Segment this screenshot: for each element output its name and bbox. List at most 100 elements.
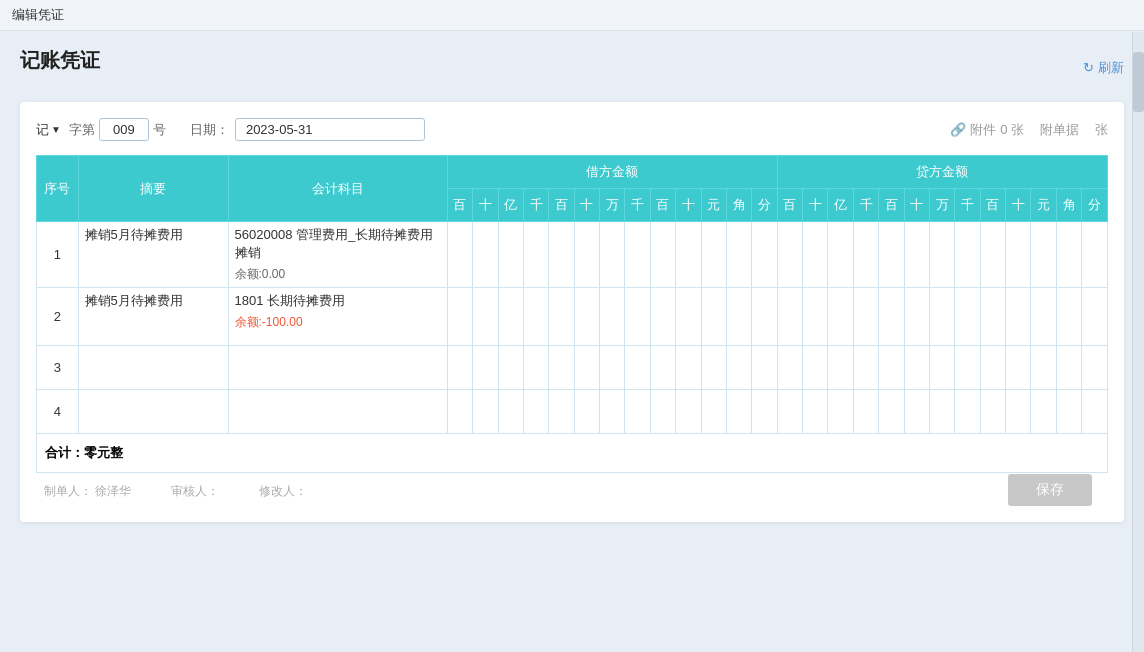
attach-button[interactable]: 🔗 附件 0 张 — [950, 121, 1024, 139]
cell-summary-3[interactable] — [78, 390, 228, 434]
cell-debit-2-1[interactable] — [473, 346, 498, 390]
table-row[interactable]: 2摊销5月待摊费用1801 长期待摊费用余额:-100.00 — [37, 288, 1108, 346]
cell-debit-3-10[interactable] — [701, 390, 726, 434]
cell-credit-2-5[interactable] — [904, 346, 929, 390]
cell-debit-3-1[interactable] — [473, 390, 498, 434]
cell-summary-2[interactable] — [78, 346, 228, 390]
cell-credit-1-5[interactable] — [904, 288, 929, 346]
ji-type-button[interactable]: 记 ▼ — [36, 121, 61, 139]
cell-account-0[interactable]: 56020008 管理费用_长期待摊费用摊销余额:0.00 — [228, 222, 447, 288]
cell-credit-3-10[interactable] — [1031, 390, 1056, 434]
cell-credit-0-0[interactable] — [777, 222, 802, 288]
cell-debit-2-0[interactable] — [447, 346, 472, 390]
cell-debit-3-8[interactable] — [650, 390, 675, 434]
cell-credit-3-3[interactable] — [853, 390, 878, 434]
cell-debit-0-10[interactable] — [701, 222, 726, 288]
cell-credit-2-9[interactable] — [1006, 346, 1031, 390]
cell-debit-3-9[interactable] — [676, 390, 701, 434]
cell-credit-3-12[interactable] — [1082, 390, 1108, 434]
cell-debit-2-2[interactable] — [498, 346, 523, 390]
cell-credit-1-3[interactable] — [853, 288, 878, 346]
cell-credit-1-10[interactable] — [1031, 288, 1056, 346]
cell-credit-2-8[interactable] — [980, 346, 1005, 390]
cell-debit-1-6[interactable] — [600, 288, 625, 346]
cell-debit-0-8[interactable] — [650, 222, 675, 288]
cell-debit-1-0[interactable] — [447, 288, 472, 346]
cell-credit-1-6[interactable] — [929, 288, 954, 346]
cell-credit-1-11[interactable] — [1056, 288, 1081, 346]
cell-account-1[interactable]: 1801 长期待摊费用余额:-100.00 — [228, 288, 447, 346]
cell-debit-3-7[interactable] — [625, 390, 650, 434]
cell-debit-0-1[interactable] — [473, 222, 498, 288]
cell-credit-1-9[interactable] — [1006, 288, 1031, 346]
cell-account-2[interactable] — [228, 346, 447, 390]
cell-debit-2-5[interactable] — [574, 346, 599, 390]
cell-debit-1-5[interactable] — [574, 288, 599, 346]
table-row[interactable]: 1摊销5月待摊费用56020008 管理费用_长期待摊费用摊销余额:0.00 — [37, 222, 1108, 288]
cell-debit-0-2[interactable] — [498, 222, 523, 288]
cell-debit-2-11[interactable] — [726, 346, 751, 390]
cell-debit-3-4[interactable] — [549, 390, 574, 434]
cell-credit-3-8[interactable] — [980, 390, 1005, 434]
cell-debit-0-6[interactable] — [600, 222, 625, 288]
cell-debit-1-1[interactable] — [473, 288, 498, 346]
cell-credit-2-10[interactable] — [1031, 346, 1056, 390]
cell-debit-1-3[interactable] — [523, 288, 548, 346]
cell-debit-0-4[interactable] — [549, 222, 574, 288]
cell-credit-3-9[interactable] — [1006, 390, 1031, 434]
cell-debit-3-12[interactable] — [752, 390, 777, 434]
cell-summary-0[interactable]: 摊销5月待摊费用 — [78, 222, 228, 288]
cell-credit-2-1[interactable] — [803, 346, 828, 390]
cell-credit-0-3[interactable] — [853, 222, 878, 288]
cell-credit-3-6[interactable] — [929, 390, 954, 434]
cell-credit-0-12[interactable] — [1082, 222, 1108, 288]
cell-debit-0-3[interactable] — [523, 222, 548, 288]
table-row[interactable]: 3 — [37, 346, 1108, 390]
cell-summary-1[interactable]: 摊销5月待摊费用 — [78, 288, 228, 346]
cell-debit-0-11[interactable] — [726, 222, 751, 288]
cell-debit-0-5[interactable] — [574, 222, 599, 288]
cell-credit-0-9[interactable] — [1006, 222, 1031, 288]
cell-debit-3-6[interactable] — [600, 390, 625, 434]
cell-debit-1-2[interactable] — [498, 288, 523, 346]
cell-credit-2-4[interactable] — [879, 346, 904, 390]
save-button[interactable]: 保存 — [1008, 474, 1092, 506]
cell-debit-2-6[interactable] — [600, 346, 625, 390]
cell-debit-1-12[interactable] — [752, 288, 777, 346]
cell-debit-3-11[interactable] — [726, 390, 751, 434]
cell-credit-2-12[interactable] — [1082, 346, 1108, 390]
cell-debit-1-8[interactable] — [650, 288, 675, 346]
cell-debit-1-10[interactable] — [701, 288, 726, 346]
cell-credit-0-1[interactable] — [803, 222, 828, 288]
cell-debit-0-0[interactable] — [447, 222, 472, 288]
cell-debit-0-9[interactable] — [676, 222, 701, 288]
cell-credit-1-8[interactable] — [980, 288, 1005, 346]
cell-debit-2-10[interactable] — [701, 346, 726, 390]
cell-credit-1-1[interactable] — [803, 288, 828, 346]
cell-credit-2-7[interactable] — [955, 346, 980, 390]
scrollbar-track[interactable] — [1132, 32, 1144, 652]
cell-debit-3-0[interactable] — [447, 390, 472, 434]
cell-debit-1-7[interactable] — [625, 288, 650, 346]
refresh-button[interactable]: ↻ 刷新 — [1083, 59, 1124, 77]
cell-debit-1-4[interactable] — [549, 288, 574, 346]
cell-credit-1-12[interactable] — [1082, 288, 1108, 346]
cell-credit-1-4[interactable] — [879, 288, 904, 346]
table-row[interactable]: 4 — [37, 390, 1108, 434]
cell-credit-1-7[interactable] — [955, 288, 980, 346]
cell-credit-0-7[interactable] — [955, 222, 980, 288]
cell-credit-0-2[interactable] — [828, 222, 853, 288]
cell-credit-3-1[interactable] — [803, 390, 828, 434]
cell-credit-1-2[interactable] — [828, 288, 853, 346]
cell-debit-2-7[interactable] — [625, 346, 650, 390]
cell-credit-3-5[interactable] — [904, 390, 929, 434]
cell-debit-3-3[interactable] — [523, 390, 548, 434]
cell-debit-3-2[interactable] — [498, 390, 523, 434]
sheet-button[interactable]: 附单据 — [1040, 121, 1079, 139]
cell-debit-2-8[interactable] — [650, 346, 675, 390]
cell-credit-0-6[interactable] — [929, 222, 954, 288]
cell-credit-1-0[interactable] — [777, 288, 802, 346]
cell-credit-2-6[interactable] — [929, 346, 954, 390]
cell-credit-3-2[interactable] — [828, 390, 853, 434]
cell-debit-2-9[interactable] — [676, 346, 701, 390]
